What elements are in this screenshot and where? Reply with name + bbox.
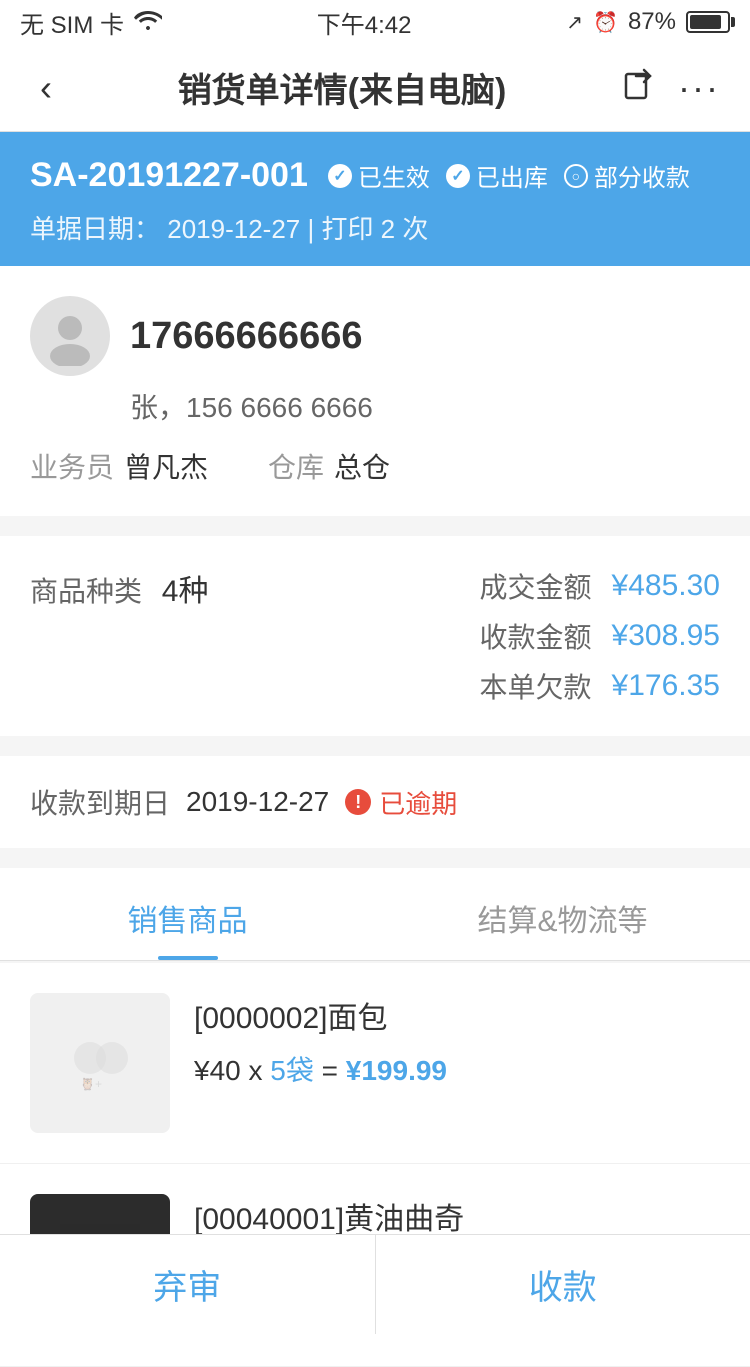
- product-info-1: [0000002]面包 ¥40 x 5袋 = ¥199.99: [194, 993, 720, 1089]
- received-value: ¥308.95: [612, 619, 720, 653]
- page-title: 销货单详情(来自电脑): [62, 63, 622, 112]
- carrier-text: 无 SIM 卡: [20, 5, 124, 40]
- amount-label: 成交金额: [480, 566, 592, 606]
- location-icon: ↗: [566, 10, 583, 35]
- back-button[interactable]: ‹: [30, 57, 62, 119]
- avatar: [30, 296, 110, 376]
- clock-icon: ○: [564, 164, 588, 188]
- product-kind-label: 商品种类: [30, 576, 142, 607]
- staff-info: 业务员 曾凡杰: [30, 446, 208, 486]
- amount-value: ¥485.30: [612, 569, 720, 603]
- product-kind-row: 商品种类 4种: [30, 566, 208, 610]
- status-right: ↗ ⏰ 87%: [566, 8, 730, 36]
- warehouse-info: 仓库 总仓: [268, 446, 390, 486]
- staff-value: 曾凡杰: [124, 446, 208, 486]
- header-row2: 单据日期： 2019-12-27 | 打印 2 次: [30, 209, 720, 246]
- cancel-button[interactable]: 弃审: [0, 1235, 376, 1334]
- check-icon-2: ✓: [446, 164, 470, 188]
- header-row1: SA-20191227-001 ✓ 已生效 ✓ 已出库 ○ 部分收款: [30, 156, 720, 195]
- product-name-2: [00040001]黄油曲奇: [194, 1194, 720, 1238]
- status-badge-1: ✓ 已生效: [328, 158, 430, 193]
- tabs-container: 销售商品 结算&物流等: [0, 868, 750, 961]
- nav-bar: ‹ 销货单详情(来自电脑) ···: [0, 44, 750, 132]
- confirm-button[interactable]: 收款: [376, 1235, 750, 1334]
- list-item: 🦉+ [0000002]面包 ¥40 x 5袋 = ¥199.99: [0, 963, 750, 1164]
- share-button[interactable]: [622, 66, 658, 110]
- due-date: 2019-12-27: [186, 786, 329, 818]
- due-section: 收款到期日 2019-12-27 ! 已逾期: [0, 756, 750, 848]
- tab-sales-products[interactable]: 销售商品: [0, 868, 375, 960]
- received-row: 收款金额 ¥308.95: [480, 616, 720, 656]
- status-badge-2: ✓ 已出库: [446, 158, 548, 193]
- alarm-icon: ⏰: [593, 10, 618, 35]
- overdue-text: 已逾期: [379, 784, 457, 821]
- customer-phone: 张，156 6666 6666: [130, 386, 720, 426]
- stats-left: 商品种类 4种: [30, 566, 208, 618]
- svg-text:🦉+: 🦉+: [80, 1077, 102, 1091]
- due-label: 收款到期日: [30, 782, 170, 822]
- amount-row: 成交金额 ¥485.30: [480, 566, 720, 606]
- order-date: 2019-12-27: [167, 214, 300, 244]
- status-bar: 无 SIM 卡 下午4:42 ↗ ⏰ 87%: [0, 0, 750, 44]
- more-button[interactable]: ···: [678, 67, 720, 109]
- product-name-1: [0000002]面包: [194, 993, 720, 1037]
- product-kind-value: 4种: [162, 575, 209, 608]
- received-label: 收款金额: [480, 616, 592, 656]
- customer-section: 17666666666 张，156 6666 6666 业务员 曾凡杰 仓库 总…: [0, 266, 750, 516]
- status-badge-3: ○ 部分收款: [564, 158, 690, 193]
- owed-label: 本单欠款: [480, 666, 592, 706]
- tab-settlement[interactable]: 结算&物流等: [375, 868, 750, 960]
- status-left: 无 SIM 卡: [20, 5, 162, 40]
- check-icon-1: ✓: [328, 164, 352, 188]
- battery-percent: 87%: [628, 8, 676, 36]
- product-price-1: ¥40 x 5袋 = ¥199.99: [194, 1049, 720, 1089]
- customer-meta: 业务员 曾凡杰 仓库 总仓: [30, 446, 720, 486]
- battery-icon: [686, 11, 730, 33]
- customer-row: 17666666666: [30, 296, 720, 376]
- warehouse-label: 仓库: [268, 446, 324, 486]
- staff-label: 业务员: [30, 446, 114, 486]
- time-display: 下午4:42: [317, 5, 412, 40]
- status-badges: ✓ 已生效 ✓ 已出库 ○ 部分收款: [328, 158, 690, 193]
- stats-section: 商品种类 4种 成交金额 ¥485.30 收款金额 ¥308.95 本单欠款 ¥…: [0, 536, 750, 736]
- order-header: SA-20191227-001 ✓ 已生效 ✓ 已出库 ○ 部分收款 单据日期：…: [0, 132, 750, 266]
- order-id: SA-20191227-001: [30, 156, 308, 195]
- nav-actions: ···: [622, 66, 720, 110]
- owed-row: 本单欠款 ¥176.35: [480, 666, 720, 706]
- overdue-icon: !: [345, 789, 371, 815]
- customer-id: 17666666666: [130, 315, 362, 358]
- product-image-1: 🦉+: [30, 993, 170, 1133]
- warehouse-value: 总仓: [334, 446, 390, 486]
- date-label: 单据日期：: [30, 214, 160, 244]
- bottom-bar: 弃审 收款: [0, 1234, 750, 1334]
- wifi-icon: [134, 8, 162, 37]
- print-info: | 打印 2 次: [307, 214, 428, 244]
- owed-value: ¥176.35: [612, 669, 720, 703]
- overdue-badge: ! 已逾期: [345, 784, 457, 821]
- stats-right: 成交金额 ¥485.30 收款金额 ¥308.95 本单欠款 ¥176.35: [480, 566, 720, 706]
